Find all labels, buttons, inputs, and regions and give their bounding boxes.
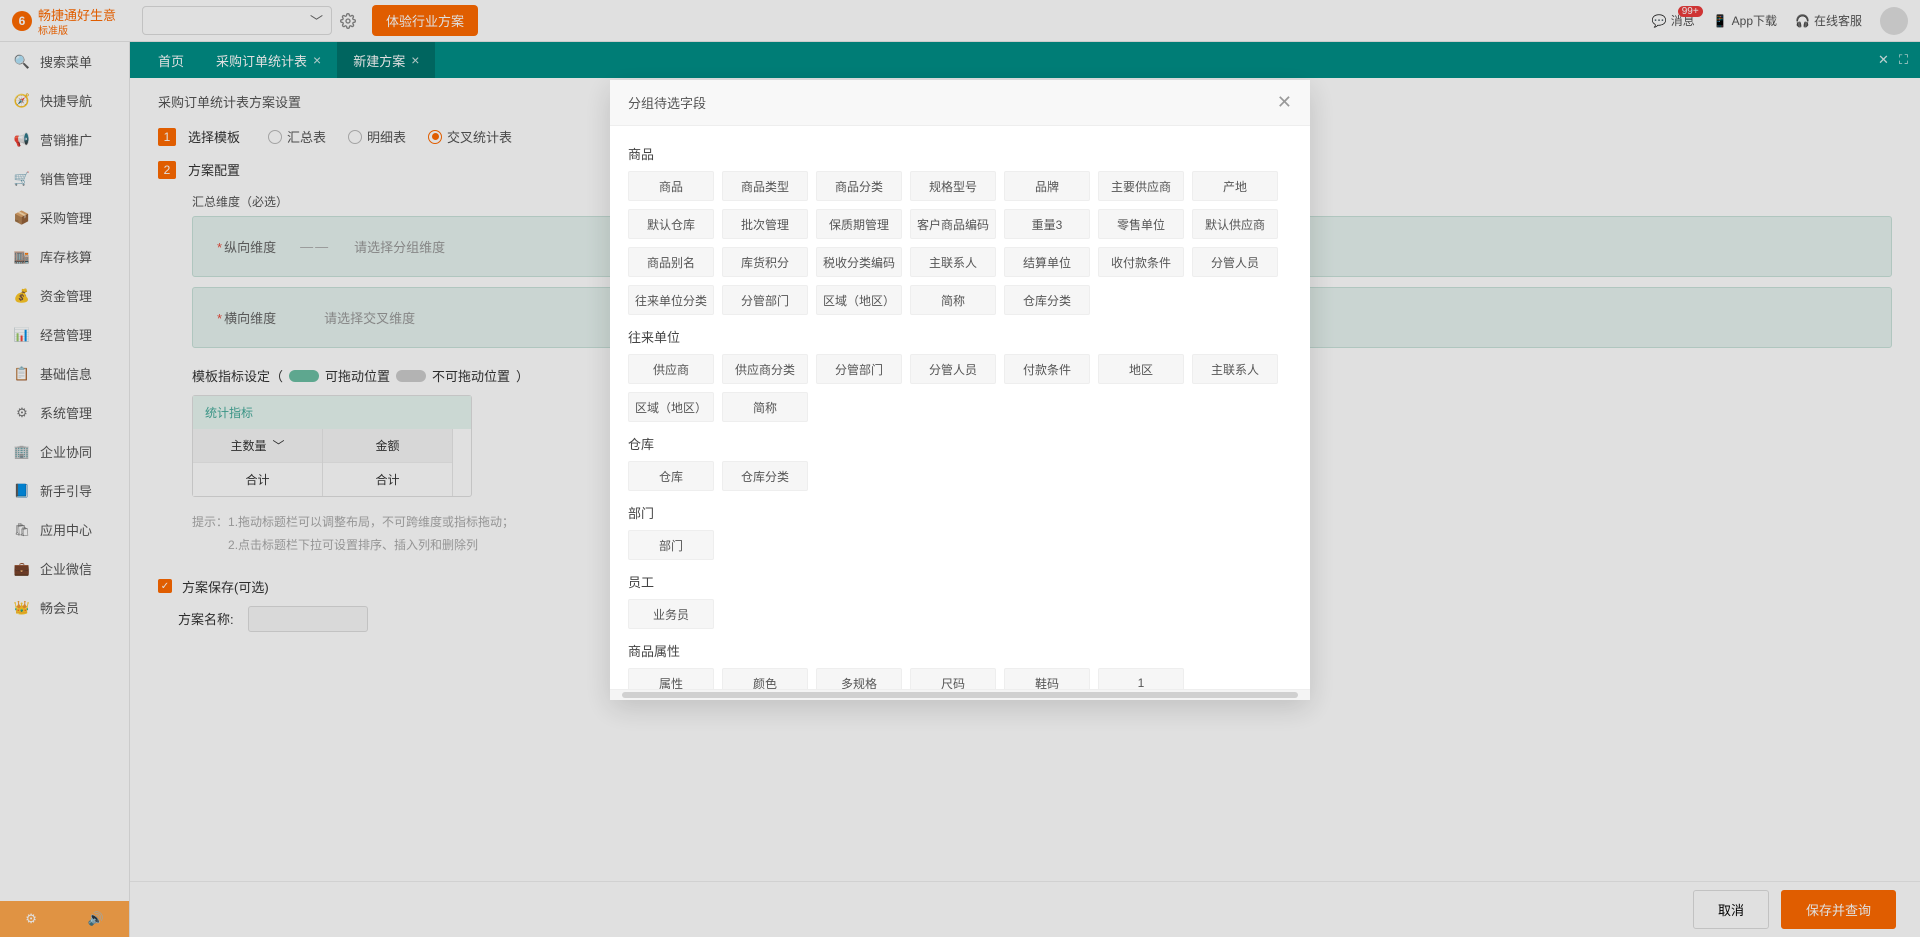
field-chip[interactable]: 默认供应商 xyxy=(1192,209,1278,239)
field-group: 部门部门 xyxy=(628,503,1292,560)
close-icon[interactable]: ✕ xyxy=(1277,92,1292,113)
field-group-title: 往来单位 xyxy=(628,327,1292,346)
field-chip[interactable]: 分管人员 xyxy=(1192,247,1278,277)
modal-body[interactable]: 商品商品商品类型商品分类规格型号品牌主要供应商产地默认仓库批次管理保质期管理客户… xyxy=(610,126,1310,689)
field-chip[interactable]: 颜色 xyxy=(722,668,808,689)
field-chip[interactable]: 产地 xyxy=(1192,171,1278,201)
field-grid: 业务员 xyxy=(628,599,1292,629)
field-chip[interactable]: 商品分类 xyxy=(816,171,902,201)
field-chip[interactable]: 仓库 xyxy=(628,461,714,491)
field-group-title: 商品 xyxy=(628,144,1292,163)
modal-header: 分组待选字段 ✕ xyxy=(610,80,1310,126)
field-chip[interactable]: 结算单位 xyxy=(1004,247,1090,277)
field-selector-modal: 分组待选字段 ✕ 商品商品商品类型商品分类规格型号品牌主要供应商产地默认仓库批次… xyxy=(610,80,1310,700)
modal-overlay[interactable]: 分组待选字段 ✕ 商品商品商品类型商品分类规格型号品牌主要供应商产地默认仓库批次… xyxy=(0,0,1920,937)
field-chip[interactable]: 商品类型 xyxy=(722,171,808,201)
field-group: 商品属性属性颜色多规格尺码鞋码 1 xyxy=(628,641,1292,689)
field-chip[interactable]: 税收分类编码 xyxy=(816,247,902,277)
field-chip[interactable]: 商品 xyxy=(628,171,714,201)
field-chip[interactable]: 多规格 xyxy=(816,668,902,689)
field-chip[interactable]: 主要供应商 xyxy=(1098,171,1184,201)
field-chip[interactable]: 规格型号 xyxy=(910,171,996,201)
field-grid: 属性颜色多规格尺码鞋码 1 xyxy=(628,668,1292,689)
field-chip[interactable]: 客户商品编码 xyxy=(910,209,996,239)
field-chip[interactable]: 主联系人 xyxy=(1192,354,1278,384)
field-chip[interactable]: 部门 xyxy=(628,530,714,560)
field-group: 往来单位供应商供应商分类分管部门分管人员付款条件地区主联系人区域（地区） 简称 xyxy=(628,327,1292,422)
field-group-title: 部门 xyxy=(628,503,1292,522)
field-group-title: 商品属性 xyxy=(628,641,1292,660)
field-chip[interactable]: 地区 xyxy=(1098,354,1184,384)
field-chip[interactable]: 主联系人 xyxy=(910,247,996,277)
field-chip[interactable]: 供应商分类 xyxy=(722,354,808,384)
field-grid: 仓库仓库分类 xyxy=(628,461,1292,491)
modal-title: 分组待选字段 xyxy=(628,93,706,112)
field-chip[interactable]: 供应商 xyxy=(628,354,714,384)
field-chip[interactable]: 商品别名 xyxy=(628,247,714,277)
modal-horizontal-scrollbar[interactable] xyxy=(610,689,1310,700)
scrollbar-thumb[interactable] xyxy=(622,692,1298,698)
field-grid: 部门 xyxy=(628,530,1292,560)
field-chip[interactable]: 简称 xyxy=(910,285,996,315)
field-chip[interactable]: 仓库分类 xyxy=(722,461,808,491)
field-chip[interactable]: 保质期管理 xyxy=(816,209,902,239)
field-chip[interactable]: 鞋码 xyxy=(1004,668,1090,689)
field-grid: 供应商供应商分类分管部门分管人员付款条件地区主联系人区域（地区） 简称 xyxy=(628,354,1292,422)
field-chip[interactable]: 往来单位分类 xyxy=(628,285,714,315)
field-chip[interactable]: 业务员 xyxy=(628,599,714,629)
field-chip[interactable]: 默认仓库 xyxy=(628,209,714,239)
field-chip[interactable]: 批次管理 xyxy=(722,209,808,239)
field-chip[interactable]: 分管人员 xyxy=(910,354,996,384)
field-chip[interactable]: 重量3 xyxy=(1004,209,1090,239)
field-chip[interactable]: 区域（地区） xyxy=(816,285,902,315)
field-group: 仓库仓库仓库分类 xyxy=(628,434,1292,491)
field-chip[interactable]: 简称 xyxy=(722,392,808,422)
field-chip[interactable]: 区域（地区） xyxy=(628,392,714,422)
field-group: 员工业务员 xyxy=(628,572,1292,629)
field-chip[interactable]: 分管部门 xyxy=(816,354,902,384)
field-group: 商品商品商品类型商品分类规格型号品牌主要供应商产地默认仓库批次管理保质期管理客户… xyxy=(628,144,1292,315)
field-chip[interactable]: 收付款条件 xyxy=(1098,247,1184,277)
field-group-title: 员工 xyxy=(628,572,1292,591)
field-chip[interactable]: 分管部门 xyxy=(722,285,808,315)
field-chip[interactable]: 付款条件 xyxy=(1004,354,1090,384)
field-chip[interactable]: 属性 xyxy=(628,668,714,689)
field-chip[interactable]: 仓库分类 xyxy=(1004,285,1090,315)
field-chip[interactable]: 尺码 xyxy=(910,668,996,689)
field-chip[interactable]: 零售单位 xyxy=(1098,209,1184,239)
field-chip[interactable]: 库货积分 xyxy=(722,247,808,277)
field-grid: 商品商品类型商品分类规格型号品牌主要供应商产地默认仓库批次管理保质期管理客户商品… xyxy=(628,171,1292,315)
field-group-title: 仓库 xyxy=(628,434,1292,453)
field-chip[interactable]: 品牌 xyxy=(1004,171,1090,201)
field-chip[interactable]: 1 xyxy=(1098,668,1184,689)
